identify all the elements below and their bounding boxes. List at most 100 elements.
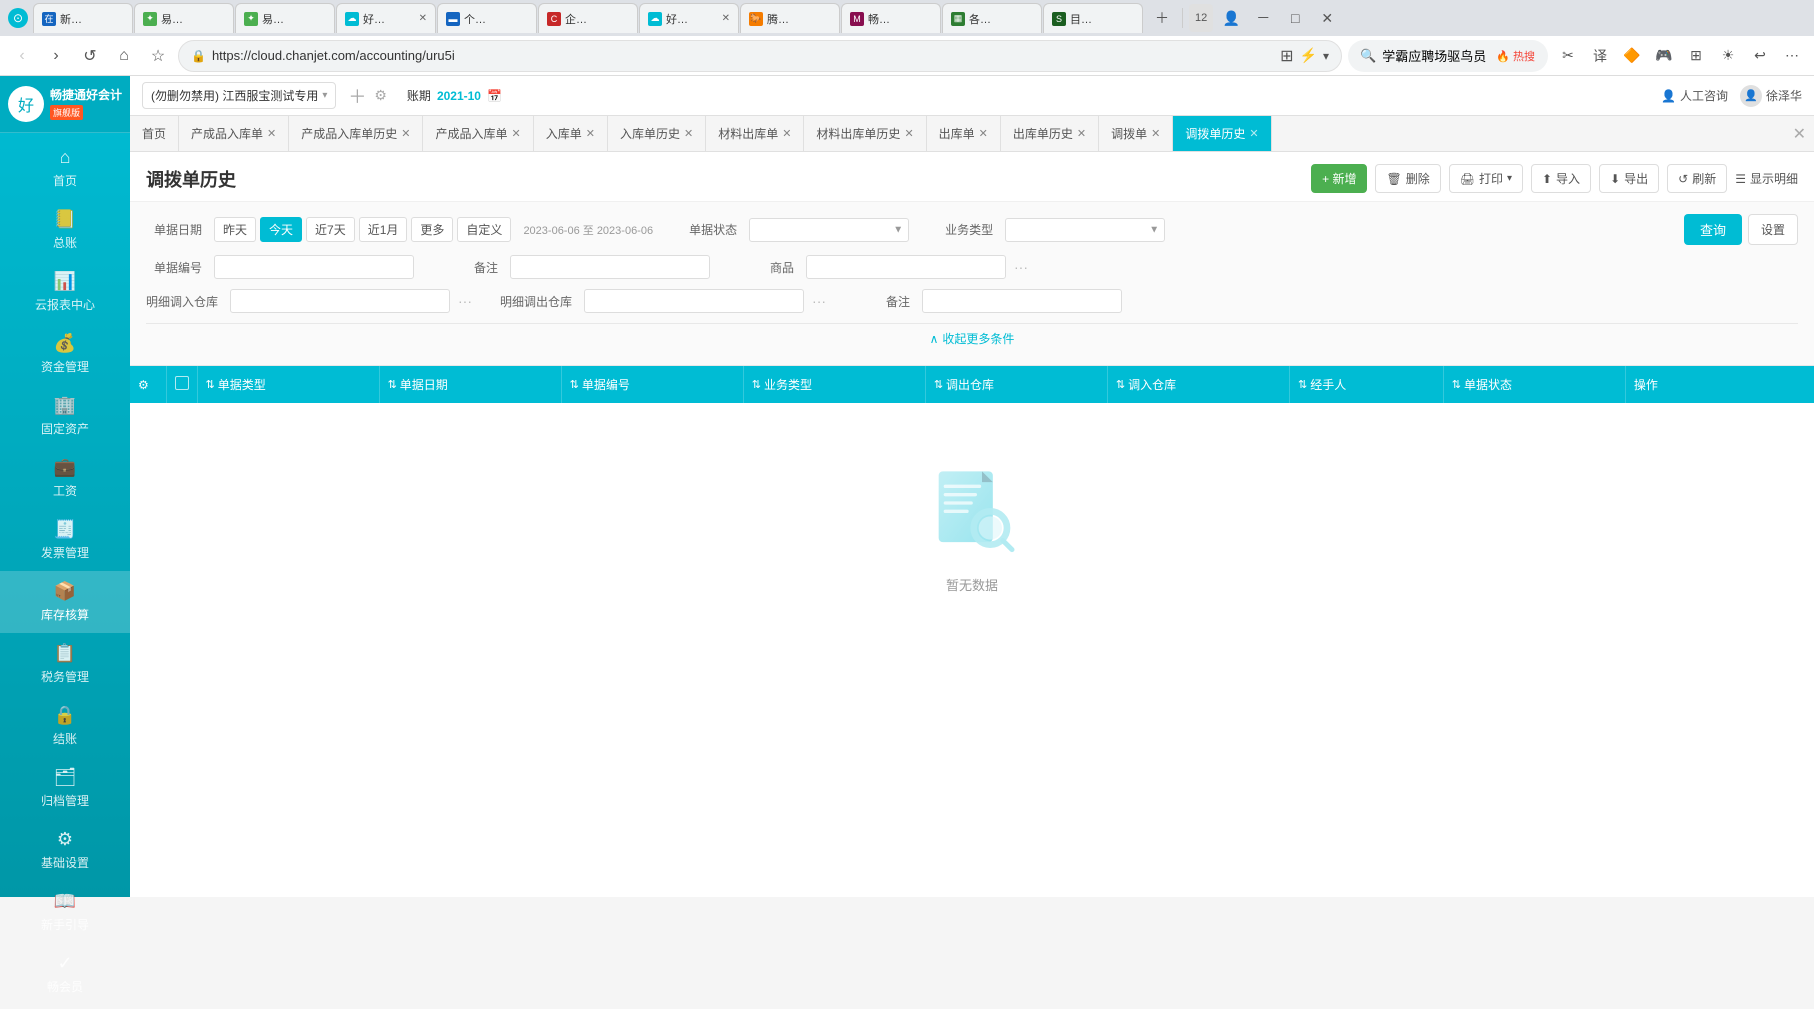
th-doc-type[interactable]: 单据类型 (197, 366, 379, 403)
page-tab-out[interactable]: 出库单 ✕ (927, 116, 1001, 152)
date-btn-1month[interactable]: 近1月 (359, 217, 408, 242)
sidebar-item-settings[interactable]: ⚙ 基础设置 (0, 819, 130, 881)
calendar-icon[interactable]: 📅 (487, 89, 502, 103)
page-tab-in-hist[interactable]: 入库单历史 ✕ (608, 116, 706, 152)
page-tab-close-mat-out[interactable]: ✕ (782, 127, 791, 140)
game-icon[interactable]: 🎮 (1650, 42, 1678, 70)
browser-tab-10[interactable]: ▦ 各… (942, 3, 1042, 33)
extensions-icon[interactable]: ✂ (1554, 42, 1582, 70)
browser-tab-8[interactable]: 🐎 腾… (740, 3, 840, 33)
sidebar-item-home[interactable]: ⌂ 首页 (0, 137, 130, 199)
refresh-btn[interactable]: ↺ 刷新 (1667, 164, 1727, 193)
goods-dots[interactable]: ··· (1014, 259, 1028, 275)
translate-icon[interactable]: 译 (1586, 42, 1614, 70)
close-browser-btn[interactable]: ✕ (1313, 4, 1341, 32)
th-handler[interactable]: 经手人 (1289, 366, 1443, 403)
th-gear[interactable]: ⚙ (130, 366, 166, 403)
sidebar-item-inventory[interactable]: 📦 库存核算 (0, 571, 130, 633)
page-tab-close-in-hist[interactable]: ✕ (684, 127, 693, 140)
date-btn-7days[interactable]: 近7天 (306, 217, 355, 242)
tab-close-4[interactable]: ✕ (419, 13, 427, 24)
address-bar[interactable]: 🔒 https://cloud.chanjet.com/accounting/u… (178, 40, 1342, 72)
forward-btn[interactable]: › (42, 42, 70, 70)
company-selector[interactable]: (勿删勿禁用) 江西服宝测试专用 ▾ (142, 82, 336, 109)
page-tab-transfer-hist[interactable]: 调拨单历史 ✕ (1173, 116, 1271, 152)
browser-tab-7[interactable]: ☁ 好… ✕ (639, 3, 739, 33)
sidebar-item-tax[interactable]: 📋 税务管理 (0, 633, 130, 695)
sidebar-item-salary[interactable]: 💼 工资 (0, 447, 130, 509)
query-btn[interactable]: 查询 (1684, 214, 1742, 245)
filter-settings-btn[interactable]: 设置 (1748, 214, 1798, 245)
address-expand[interactable]: ▾ (1323, 49, 1329, 63)
undo-icon[interactable]: ↩ (1746, 42, 1774, 70)
page-tab-mat-out-hist[interactable]: 材料出库单历史 ✕ (804, 116, 926, 152)
grid-icon[interactable]: ⊞ (1682, 42, 1710, 70)
page-tab-product-in[interactable]: 产成品入库单 ✕ (179, 116, 289, 152)
more-icon[interactable]: ⋯ (1778, 42, 1806, 70)
remark-input[interactable] (510, 255, 710, 279)
sidebar-item-member[interactable]: ✓ 畅会员 (0, 943, 130, 1005)
out-warehouse-input[interactable] (584, 289, 804, 313)
browser-tab-2[interactable]: ✦ 易… (134, 3, 234, 33)
page-tab-close-product-in-hist[interactable]: ✕ (401, 127, 410, 140)
th-biz-type[interactable]: 业务类型 (743, 366, 925, 403)
browser-tab-4[interactable]: ☁ 好… ✕ (336, 3, 436, 33)
sidebar-item-report[interactable]: 📊 云报表中心 (0, 261, 130, 323)
address-grid-btn[interactable]: ⊞ (1280, 46, 1293, 66)
page-tab-close-product-in[interactable]: ✕ (267, 127, 276, 140)
th-out-warehouse[interactable]: 调出仓库 (925, 366, 1107, 403)
browser-tab-6[interactable]: C 企… (538, 3, 638, 33)
page-tab-mat-out[interactable]: 材料出库单 ✕ (706, 116, 804, 152)
date-btn-custom[interactable]: 自定义 (457, 217, 511, 242)
page-tabs-close-all[interactable]: ✕ (1785, 124, 1814, 144)
page-tab-close-out[interactable]: ✕ (979, 127, 988, 140)
company-settings-icon[interactable]: ⚙ (374, 87, 387, 104)
status-select[interactable] (749, 218, 909, 242)
in-warehouse-dots[interactable]: ··· (458, 293, 472, 309)
goods-input[interactable] (806, 255, 1006, 279)
docno-input[interactable] (214, 255, 414, 279)
page-tab-close-in[interactable]: ✕ (586, 127, 595, 140)
th-in-warehouse[interactable]: 调入仓库 (1107, 366, 1289, 403)
back-btn[interactable]: ‹ (8, 42, 36, 70)
biztype-select[interactable] (1005, 218, 1165, 242)
page-tab-close-product-in2[interactable]: ✕ (512, 127, 521, 140)
out-warehouse-dots[interactable]: ··· (812, 293, 826, 309)
print-btn[interactable]: 🖨 打印 ▾ (1449, 164, 1523, 193)
sidebar-item-fund[interactable]: 💰 资金管理 (0, 323, 130, 385)
browser-tab-9[interactable]: M 畅… (841, 3, 941, 33)
reload-btn[interactable]: ↺ (76, 42, 104, 70)
profile-btn[interactable]: 👤 (1217, 4, 1245, 32)
browser-tab-1[interactable]: 在 新… (33, 3, 133, 33)
date-btn-more[interactable]: 更多 (411, 217, 453, 242)
home-btn[interactable]: ⌂ (110, 42, 138, 70)
search-bar[interactable]: 🔍 学霸应聘场驱鸟员 🔥 热搜 (1348, 40, 1548, 72)
show-columns-btn[interactable]: ☰ 显示明细 (1735, 170, 1798, 187)
maximize-btn[interactable]: □ (1281, 4, 1309, 32)
th-doc-status[interactable]: 单据状态 (1443, 366, 1625, 403)
page-tab-close-mat-out-hist[interactable]: ✕ (904, 127, 913, 140)
page-tab-transfer[interactable]: 调拨单 ✕ (1099, 116, 1173, 152)
remark2-input[interactable] (922, 289, 1122, 313)
date-btn-yesterday[interactable]: 昨天 (214, 217, 256, 242)
import-btn[interactable]: ⬆ 导入 (1531, 164, 1591, 193)
star-btn[interactable]: ☆ (144, 42, 172, 70)
sidebar-item-close[interactable]: 🔒 结账 (0, 695, 130, 757)
wallet-icon[interactable]: 🔶 (1618, 42, 1646, 70)
sidebar-item-ledger[interactable]: 📒 总账 (0, 199, 130, 261)
page-tab-close-out-hist[interactable]: ✕ (1077, 127, 1086, 140)
export-btn[interactable]: ⬇ 导出 (1599, 164, 1659, 193)
sidebar-item-invoice[interactable]: 🧾 发票管理 (0, 509, 130, 571)
close-all-icon[interactable]: ✕ (1793, 124, 1806, 144)
page-tab-close-transfer-hist[interactable]: ✕ (1249, 127, 1258, 140)
browser-tab-5[interactable]: ▬ 个… (437, 3, 537, 33)
page-tab-home[interactable]: 首页 (130, 116, 179, 152)
page-tab-product-in-hist[interactable]: 产成品入库单历史 ✕ (289, 116, 423, 152)
service-btn[interactable]: 👤 人工咨询 (1661, 87, 1728, 104)
page-tab-close-transfer[interactable]: ✕ (1151, 127, 1160, 140)
add-company-btn[interactable]: ＋ (348, 83, 366, 109)
in-warehouse-input[interactable] (230, 289, 450, 313)
new-btn[interactable]: + 新增 (1311, 164, 1367, 193)
browser-tab-11[interactable]: S 目… (1043, 3, 1143, 33)
sidebar-item-asset[interactable]: 🏢 固定资产 (0, 385, 130, 447)
